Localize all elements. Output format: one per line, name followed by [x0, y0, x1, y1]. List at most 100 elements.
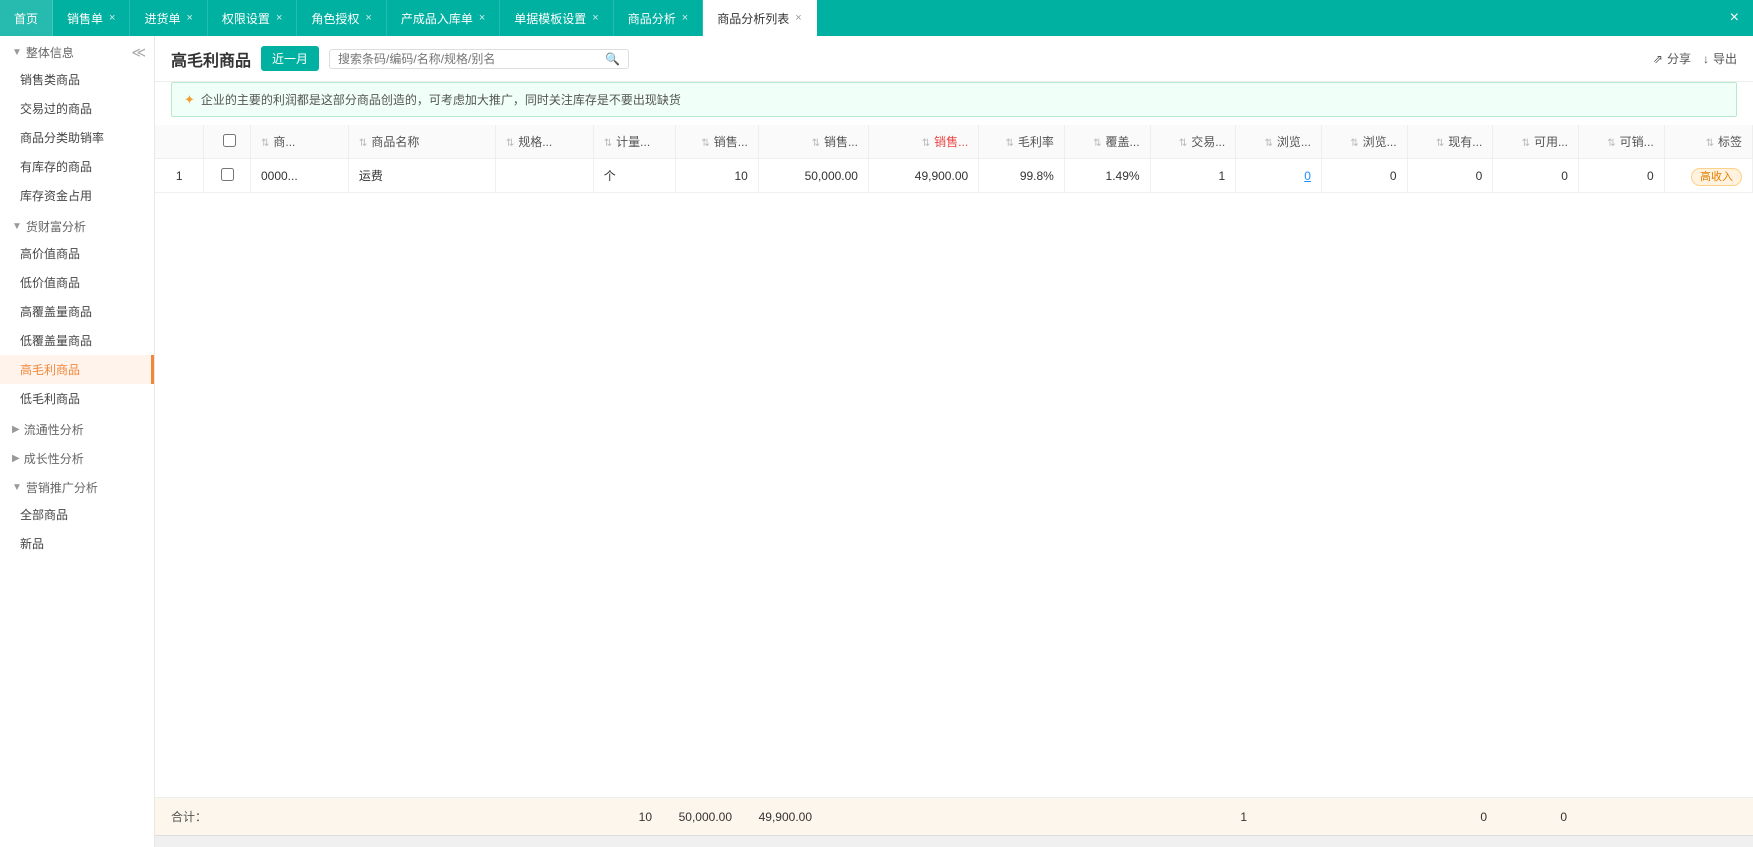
main-layout: ≪ ▼ 整体信息 销售类商品 交易过的商品 商品分类助销率 有库存的商品 库存资… — [0, 36, 1753, 847]
cell-code: 0000... — [250, 159, 348, 193]
col-header-trade-count[interactable]: 交易... — [1150, 125, 1236, 159]
sidebar-item-low-coverage[interactable]: 低覆盖量商品 — [0, 326, 154, 355]
cell-coverage: 1.49% — [1064, 159, 1150, 193]
cell-sales-cost: 49,900.00 — [868, 159, 978, 193]
nav-product-analysis-list[interactable]: 商品分析列表 × — [703, 0, 816, 36]
table-row: 1 0000... 运费 个 10 50,000.00 49,900.00 99… — [155, 159, 1753, 193]
close-role-auth-icon[interactable]: × — [365, 12, 371, 24]
share-icon: ⇗ — [1653, 52, 1663, 66]
chevron-right-icon-2: ▶ — [12, 453, 20, 464]
sidebar-group-growth[interactable]: ▶ 成长性分析 — [0, 442, 154, 471]
nav-template-settings[interactable]: 单据模板设置 × — [500, 0, 613, 36]
col-header-current-stock[interactable]: 现有... — [1407, 125, 1493, 159]
sidebar-item-sales-goods[interactable]: 销售类商品 — [0, 65, 154, 94]
cell-saleable-stock: 0 — [1578, 159, 1664, 193]
sidebar-item-low-value[interactable]: 低价值商品 — [0, 268, 154, 297]
export-button[interactable]: ↓ 导出 — [1703, 50, 1737, 67]
sidebar-item-category-rate[interactable]: 商品分类助销率 — [0, 123, 154, 152]
col-header-tag[interactable]: 标签 — [1664, 125, 1752, 159]
nav-sales-order[interactable]: 销售单 × — [53, 0, 130, 36]
top-navigation: 首页 销售单 × 进货单 × 权限设置 × 角色授权 × 产成品入库单 × 单据… — [0, 0, 1753, 36]
sidebar-item-new-goods[interactable]: 新品 — [0, 529, 154, 558]
table-header-row: 商... 商品名称 规格... 计量... 销售... 销售... 销售... … — [155, 125, 1753, 159]
cell-unit: 个 — [593, 159, 676, 193]
cell-available-stock: 0 — [1493, 159, 1579, 193]
select-all-checkbox[interactable] — [223, 134, 236, 147]
filter-last-month-button[interactable]: 近一月 — [261, 46, 319, 71]
nav-role-auth[interactable]: 角色授权 × — [297, 0, 386, 36]
footer-bar: 合计： 10 50,000.00 49,900.00 1 0 0 — [155, 797, 1753, 835]
export-icon: ↓ — [1703, 52, 1709, 66]
nav-home[interactable]: 首页 — [0, 0, 53, 36]
nav-purchase-order[interactable]: 进货单 × — [130, 0, 207, 36]
sidebar-item-high-margin[interactable]: 高毛利商品 — [0, 355, 154, 384]
footer-sales-qty: 10 — [582, 810, 662, 824]
col-header-check — [204, 125, 251, 159]
footer-current-stock: 0 — [1417, 810, 1497, 824]
nav-permission-settings[interactable]: 权限设置 × — [208, 0, 297, 36]
close-purchase-order-icon[interactable]: × — [186, 12, 192, 24]
cell-check — [204, 159, 251, 193]
sidebar-item-stock-capital[interactable]: 库存资金占用 — [0, 181, 154, 210]
chevron-down-icon: ▼ — [12, 47, 22, 58]
sidebar-item-high-coverage[interactable]: 高覆盖量商品 — [0, 297, 154, 326]
col-header-coverage[interactable]: 覆盖... — [1064, 125, 1150, 159]
chevron-right-icon: ▶ — [12, 424, 20, 435]
cell-name: 运费 — [348, 159, 495, 193]
cell-views1[interactable]: 0 — [1236, 159, 1322, 193]
search-box[interactable]: 🔍 — [329, 49, 629, 69]
chevron-down-icon-2: ▼ — [12, 221, 22, 232]
cell-sales-qty: 10 — [676, 159, 759, 193]
sidebar-item-high-value[interactable]: 高价值商品 — [0, 239, 154, 268]
share-button[interactable]: ⇗ 分享 — [1653, 50, 1691, 67]
footer-sales-amount: 50,000.00 — [662, 810, 742, 824]
sidebar: ≪ ▼ 整体信息 销售类商品 交易过的商品 商品分类助销率 有库存的商品 库存资… — [0, 36, 155, 847]
row-checkbox[interactable] — [221, 168, 234, 181]
table-container: 商... 商品名称 规格... 计量... 销售... 销售... 销售... … — [155, 125, 1753, 797]
horizontal-scrollbar[interactable] — [155, 835, 1753, 847]
header-actions: ⇗ 分享 ↓ 导出 — [1653, 50, 1737, 67]
cell-trade-count: 1 — [1150, 159, 1236, 193]
close-sales-order-icon[interactable]: × — [109, 12, 115, 24]
tag-badge: 高收入 — [1691, 168, 1742, 186]
search-input[interactable] — [338, 52, 605, 66]
sidebar-collapse-button[interactable]: ≪ — [131, 44, 146, 61]
cell-sales-amount: 50,000.00 — [758, 159, 868, 193]
sidebar-group-marketing[interactable]: ▼ 营销推广分析 — [0, 471, 154, 500]
close-product-analysis-icon[interactable]: × — [682, 12, 688, 24]
nav-product-analysis[interactable]: 商品分析 × — [614, 0, 703, 36]
close-product-inbound-icon[interactable]: × — [479, 12, 485, 24]
col-header-views2[interactable]: 浏览... — [1321, 125, 1407, 159]
nav-product-inbound[interactable]: 产成品入库单 × — [387, 0, 500, 36]
close-permission-settings-icon[interactable]: × — [276, 12, 282, 24]
col-header-sales-qty[interactable]: 销售... — [676, 125, 759, 159]
sidebar-item-traded-goods[interactable]: 交易过的商品 — [0, 94, 154, 123]
sidebar-item-low-margin[interactable]: 低毛利商品 — [0, 384, 154, 413]
col-header-unit[interactable]: 计量... — [593, 125, 676, 159]
col-header-views1[interactable]: 浏览... — [1236, 125, 1322, 159]
sidebar-group-liquidity[interactable]: ▶ 流通性分析 — [0, 413, 154, 442]
col-header-saleable-stock[interactable]: 可销... — [1578, 125, 1664, 159]
col-header-spec[interactable]: 规格... — [495, 125, 593, 159]
close-template-settings-icon[interactable]: × — [592, 12, 598, 24]
cell-gross-margin: 99.8% — [979, 159, 1065, 193]
col-header-name[interactable]: 商品名称 — [348, 125, 495, 159]
col-header-available-stock[interactable]: 可用... — [1493, 125, 1579, 159]
nav-global-close-button[interactable]: × — [1716, 9, 1753, 27]
footer-trade-count: 1 — [1177, 810, 1257, 824]
sidebar-item-all-goods[interactable]: 全部商品 — [0, 500, 154, 529]
sidebar-item-in-stock[interactable]: 有库存的商品 — [0, 152, 154, 181]
close-product-analysis-list-icon[interactable]: × — [795, 12, 801, 24]
cell-current-stock: 0 — [1407, 159, 1493, 193]
info-text: 企业的主要的利润都是这部分商品创造的，可考虑加大推广，同时关注库存是不要出现缺货 — [201, 91, 681, 108]
col-header-sales-cost[interactable]: 销售... — [868, 125, 978, 159]
search-icon[interactable]: 🔍 — [605, 52, 620, 66]
cell-tag: 高收入 — [1664, 159, 1752, 193]
col-header-code[interactable]: 商... — [250, 125, 348, 159]
sidebar-group-wealth[interactable]: ▼ 货财富分析 — [0, 210, 154, 239]
content-area: 高毛利商品 近一月 🔍 ⇗ 分享 ↓ 导出 ✦ 企业的主要的利润都是这部分商品创… — [155, 36, 1753, 847]
col-header-sales-amount[interactable]: 销售... — [758, 125, 868, 159]
col-header-gross-margin[interactable]: 毛利率 — [979, 125, 1065, 159]
cell-views2: 0 — [1321, 159, 1407, 193]
chevron-down-icon-3: ▼ — [12, 482, 22, 493]
